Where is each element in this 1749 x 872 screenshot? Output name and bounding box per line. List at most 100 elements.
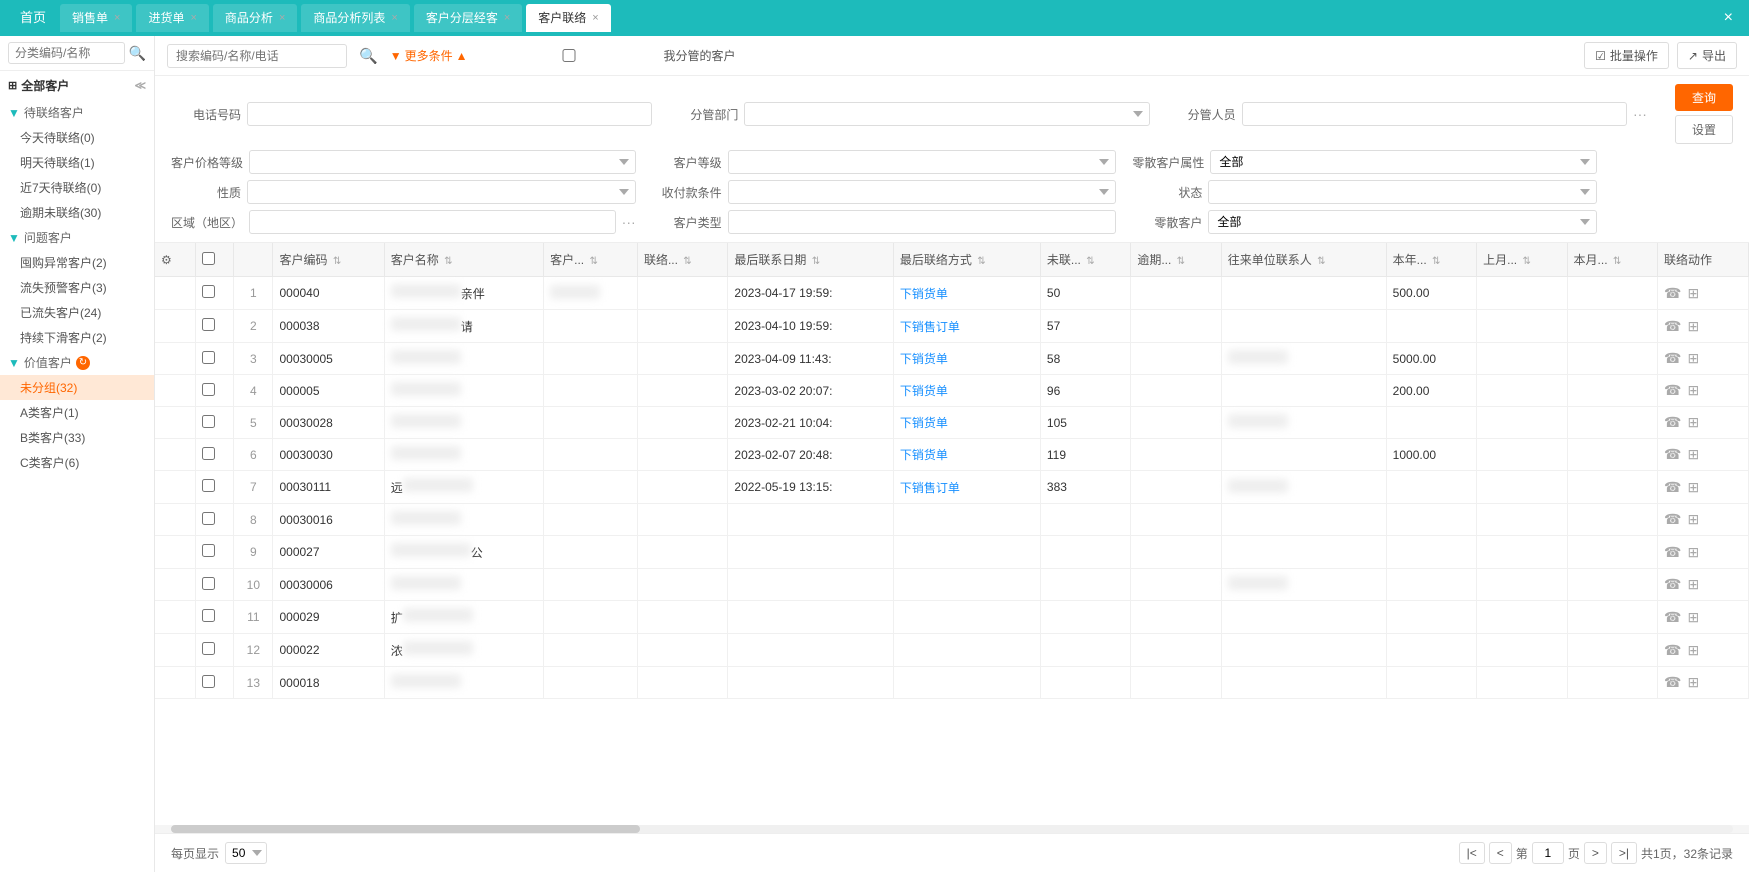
sidebar-item-today[interactable]: 今天待联络(0) (0, 125, 154, 150)
grid-action-icon[interactable]: ⊞ (1687, 674, 1699, 691)
grid-action-icon[interactable]: ⊞ (1687, 544, 1699, 561)
sidebar-item-warning[interactable]: 流失预警客户(3) (0, 275, 154, 300)
th-name[interactable]: 客户名称 ⇅ (384, 243, 543, 277)
sidebar-item-lost[interactable]: 已流失客户(24) (0, 300, 154, 325)
filter-status-select[interactable] (1208, 180, 1597, 204)
per-page-select[interactable]: 50 (225, 842, 267, 864)
scrollbar-thumb[interactable] (171, 825, 640, 833)
th-setting[interactable]: ⚙ (155, 243, 195, 277)
page-number-input[interactable] (1532, 842, 1564, 864)
grid-action-icon[interactable]: ⊞ (1687, 350, 1699, 367)
row-check[interactable] (195, 471, 234, 504)
row-check[interactable] (195, 536, 234, 569)
filter-retail-attr-select[interactable]: 全部 (1210, 150, 1597, 174)
row-check[interactable] (195, 310, 234, 343)
row-checkbox[interactable] (202, 285, 215, 298)
grid-action-icon[interactable]: ⊞ (1687, 318, 1699, 335)
home-tab[interactable]: 首页 (8, 0, 58, 36)
call-icon[interactable]: ☎ (1664, 609, 1681, 626)
sidebar-item-a-class[interactable]: A类客户(1) (0, 400, 154, 425)
my-customers-checkbox[interactable]: 我分管的客户 (479, 47, 735, 64)
row-checkbox[interactable] (202, 383, 215, 396)
filter-dept-select[interactable] (744, 102, 1149, 126)
th-custtype[interactable]: 客户... ⇅ (544, 243, 638, 277)
sidebar-item-7days[interactable]: 近7天待联络(0) (0, 175, 154, 200)
grid-action-icon[interactable]: ⊞ (1687, 414, 1699, 431)
call-icon[interactable]: ☎ (1664, 511, 1681, 528)
row-checkbox[interactable] (202, 512, 215, 525)
export-btn[interactable]: ↗ 导出 (1677, 42, 1737, 69)
region-more-icon[interactable]: ··· (622, 214, 636, 230)
close-sales-tab[interactable]: × (114, 4, 120, 32)
check-all[interactable] (202, 252, 215, 265)
global-close-icon[interactable]: × (1716, 9, 1741, 27)
row-check[interactable] (195, 569, 234, 601)
close-customer-contact-tab[interactable]: × (592, 4, 598, 32)
grid-action-icon[interactable]: ⊞ (1687, 382, 1699, 399)
sidebar-item-overdue[interactable]: 逾期未联络(30) (0, 200, 154, 225)
first-page-btn[interactable]: |< (1459, 842, 1485, 864)
grid-action-icon[interactable]: ⊞ (1687, 285, 1699, 302)
th-thismonth[interactable]: 本月... ⇅ (1567, 243, 1657, 277)
call-icon[interactable]: ☎ (1664, 544, 1681, 561)
sidebar-all-customers[interactable]: ⊞ 全部客户 ≪ (0, 71, 154, 100)
th-contact[interactable]: 联络... ⇅ (637, 243, 727, 277)
sidebar-search-input[interactable] (8, 42, 125, 64)
search-input[interactable] (167, 44, 347, 68)
more-conditions-btn[interactable]: ▼ 更多条件 ▲ (390, 47, 468, 64)
th-check[interactable] (195, 243, 234, 277)
row-checkbox[interactable] (202, 642, 215, 655)
sidebar-item-c-class[interactable]: C类客户(6) (0, 450, 154, 475)
sidebar-item-b-class[interactable]: B类客户(33) (0, 425, 154, 450)
manager-more-icon[interactable]: ··· (1633, 106, 1647, 122)
sidebar-item-abnormal[interactable]: 囤购异常客户(2) (0, 250, 154, 275)
row-checkbox[interactable] (202, 544, 215, 557)
grid-action-icon[interactable]: ⊞ (1687, 576, 1699, 593)
my-customers-check[interactable] (479, 49, 659, 62)
th-overdue[interactable]: 逾期... ⇅ (1131, 243, 1221, 277)
grid-action-icon[interactable]: ⊞ (1687, 511, 1699, 528)
call-icon[interactable]: ☎ (1664, 318, 1681, 335)
call-icon[interactable]: ☎ (1664, 642, 1681, 659)
tab-analysis[interactable]: 商品分析 × (213, 4, 297, 32)
filter-phone-input[interactable] (247, 102, 652, 126)
grid-action-icon[interactable]: ⊞ (1687, 609, 1699, 626)
call-icon[interactable]: ☎ (1664, 382, 1681, 399)
tab-customer-contact[interactable]: 客户联络 × (526, 4, 610, 32)
close-analysis-list-tab[interactable]: × (391, 4, 397, 32)
filter-retail-select[interactable]: 全部 (1208, 210, 1597, 234)
tab-purchase[interactable]: 进货单 × (136, 4, 208, 32)
th-notcontact[interactable]: 未联... ⇅ (1040, 243, 1130, 277)
row-check[interactable] (195, 634, 234, 667)
close-analysis-tab[interactable]: × (279, 4, 285, 32)
filter-nature-select[interactable] (247, 180, 636, 204)
row-check[interactable] (195, 504, 234, 536)
row-checkbox[interactable] (202, 609, 215, 622)
row-check[interactable] (195, 277, 234, 310)
row-check[interactable] (195, 343, 234, 375)
row-checkbox[interactable] (202, 415, 215, 428)
th-code[interactable]: 客户编码 ⇅ (273, 243, 384, 277)
grid-action-icon[interactable]: ⊞ (1687, 446, 1699, 463)
filter-cust-type-input[interactable] (728, 210, 1117, 234)
close-customer-layer-tab[interactable]: × (504, 4, 510, 32)
last-page-btn[interactable]: >| (1611, 842, 1637, 864)
tab-sales[interactable]: 销售单 × (60, 4, 132, 32)
th-lastdate[interactable]: 最后联系日期 ⇅ (728, 243, 893, 277)
filter-cust-level-select[interactable] (728, 150, 1117, 174)
row-checkbox[interactable] (202, 447, 215, 460)
reset-btn[interactable]: 设置 (1675, 115, 1733, 144)
search-btn-icon[interactable]: 🔍 (359, 47, 378, 65)
th-unitcontact[interactable]: 往来单位联系人 ⇅ (1221, 243, 1386, 277)
call-icon[interactable]: ☎ (1664, 414, 1681, 431)
filter-price-level-select[interactable] (249, 150, 636, 174)
th-thisyear[interactable]: 本年... ⇅ (1386, 243, 1476, 277)
sidebar-section-value[interactable]: ▼ 价值客户 ↻ (0, 350, 154, 375)
sidebar-section-pending[interactable]: ▼ 待联络客户 (0, 100, 154, 125)
sidebar-item-declining[interactable]: 持续下滑客户(2) (0, 325, 154, 350)
tab-customer-layer[interactable]: 客户分层经客 × (414, 4, 522, 32)
close-purchase-tab[interactable]: × (190, 4, 196, 32)
next-page-btn[interactable]: > (1584, 842, 1607, 864)
row-check[interactable] (195, 667, 234, 699)
batch-op-btn[interactable]: ☑ 批量操作 (1584, 42, 1669, 69)
